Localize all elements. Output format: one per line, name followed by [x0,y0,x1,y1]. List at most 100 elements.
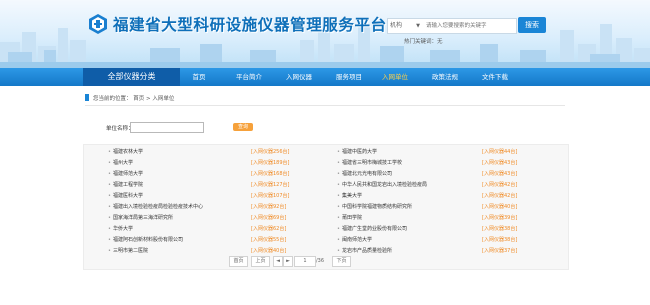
total-pages: /36 [316,258,325,264]
bullet-icon: • [337,248,340,254]
bullet-icon: • [337,204,340,210]
instrument-count: [入网仪器92台] [251,204,287,210]
unit-name[interactable]: 福建广生堂药业股份有限公司 [342,225,407,234]
instrument-count: [入网仪器38台] [482,226,518,232]
instrument-count: [入网仪器256台] [251,149,290,155]
unit-name[interactable]: 福建北元光电有限公司 [342,170,392,179]
bullet-icon: • [108,149,111,155]
nav-policies[interactable]: 政策法规 [424,68,466,86]
unit-name[interactable]: 福建师范大学 [113,170,143,179]
nav-home[interactable]: 首页 [180,68,218,86]
instrument-count: [入网仪器189台] [251,160,290,166]
page-number-input[interactable] [294,256,316,267]
list-item[interactable]: • 福建农林大学 [入网仪器256台] [108,148,308,157]
unit-name[interactable]: 莆田学院 [342,214,362,223]
list-item[interactable]: • 福州大学 [入网仪器189台] [108,159,308,168]
instrument-count: [入网仪器42台] [482,182,518,188]
bullet-icon: • [337,149,340,155]
unit-name[interactable]: 三明市第二医院 [113,247,148,256]
nav-downloads[interactable]: 文件下载 [474,68,516,86]
instrument-count: [入网仪器37台] [482,248,518,254]
unit-name[interactable]: 福建中医药大学 [342,148,377,157]
bullet-icon: • [108,160,111,166]
nav-member-units[interactable]: 入网单位 [372,68,418,86]
instrument-count: [入网仪器127台] [251,182,290,188]
list-item[interactable]: • 集美大学 [入网仪器42台] [337,192,547,201]
list-item[interactable]: • 闽南师范大学 [入网仪器38台] [337,236,547,245]
unit-name[interactable]: 华侨大学 [113,225,133,234]
bullet-icon: • [108,204,111,210]
site-title: 福建省大型科研设施仪器管理服务平台 [113,16,387,34]
unit-name-input[interactable] [130,122,204,133]
instrument-count: [入网仪器38台] [482,237,518,243]
search-scope-label: 机构 [390,22,403,29]
unit-name[interactable]: 福建阿石创新材料股份有限公司 [113,236,183,245]
unit-name[interactable]: 福建农林大学 [113,148,143,157]
list-item[interactable]: • 福建出入境检验检疫局检验检疫技术中心 [入网仪器92台] [108,203,308,212]
unit-name[interactable]: 闽南师范大学 [342,236,372,245]
list-item[interactable]: • 华侨大学 [入网仪器62台] [108,225,308,234]
list-item[interactable]: • 龙岩市产品质量检验所 [入网仪器37台] [337,247,547,256]
unit-name[interactable]: 国家海洋局第三海洋研究所 [113,214,173,223]
chevron-down-icon: ▼ [416,23,420,29]
unit-name[interactable]: 中华人民共和国龙岩出入境检验检疫局 [342,181,427,190]
unit-name[interactable]: 集美大学 [342,192,362,201]
hot-keywords: 热门关键词：无 [404,39,443,45]
instrument-count: [入网仪器40台] [482,204,518,210]
instrument-count: [入网仪器39台] [482,215,518,221]
list-item[interactable]: • 福建省三明市梅城技工学校 [入网仪器43台] [337,159,547,168]
bullet-icon: • [108,193,111,199]
bullet-icon: • [337,193,340,199]
list-item[interactable]: • 中华人民共和国龙岩出入境检验检疫局 [入网仪器42台] [337,181,547,190]
unit-name[interactable]: 福建工程学院 [113,181,143,190]
list-item[interactable]: • 国家海洋局第三海洋研究所 [入网仪器69台] [108,214,308,223]
list-item[interactable]: • 莆田学院 [入网仪器39台] [337,214,547,223]
bullet-icon: • [337,226,340,232]
list-item[interactable]: • 福建师范大学 [入网仪器168台] [108,170,308,179]
instrument-count: [入网仪器44台] [482,149,518,155]
instrument-count: [入网仪器55台] [251,237,287,243]
nav-about[interactable]: 平台简介 [228,68,270,86]
list-item[interactable]: • 福建阿石创新材料股份有限公司 [入网仪器55台] [108,236,308,245]
instrument-count: [入网仪器168台] [251,171,290,177]
next-page-button[interactable]: 下页 [332,256,351,267]
list-item[interactable]: • 三明市第二医院 [入网仪器40台] [108,247,308,256]
list-item[interactable]: • 福建医科大学 [入网仪器107台] [108,192,308,201]
first-page-button[interactable]: 首页 [229,256,248,267]
prev-page-button[interactable]: 上页 [251,256,270,267]
next-arrow-icon[interactable]: ► [283,256,293,267]
prev-arrow-icon[interactable]: ◄ [273,256,283,267]
bullet-icon: • [337,160,340,166]
all-categories-button[interactable]: 全部仪器分类 [83,68,180,86]
list-item[interactable]: • 福建北元光电有限公司 [入网仪器43台] [337,170,547,179]
nav-instruments[interactable]: 入网仪器 [278,68,320,86]
site-header: 福建省大型科研设施仪器管理服务平台 [0,0,650,68]
platform-logo-icon [89,14,107,34]
unit-name[interactable]: 福建医科大学 [113,192,143,201]
search-box: 机构 ▼ [387,18,517,34]
instrument-count: [入网仪器40台] [251,248,287,254]
breadcrumb-text: 您当前的位置： 首页 > 入网单位 [93,96,175,102]
query-button[interactable]: 查询 [233,123,253,131]
search-button[interactable]: 搜索 [518,17,546,33]
instrument-count: [入网仪器69台] [251,215,287,221]
location-marker-icon [85,94,89,101]
unit-name[interactable]: 福建出入境检验检疫局检验检疫技术中心 [113,203,203,212]
instrument-count: [入网仪器42台] [482,193,518,199]
bullet-icon: • [108,215,111,221]
unit-name[interactable]: 福建省三明市梅城技工学校 [342,159,402,168]
list-item[interactable]: • 福建广生堂药业股份有限公司 [入网仪器38台] [337,225,547,234]
bullet-icon: • [108,182,111,188]
list-item[interactable]: • 福建工程学院 [入网仪器127台] [108,181,308,190]
search-scope-select[interactable]: 机构 ▼ [390,20,420,32]
bullet-icon: • [337,182,340,188]
divider [85,105,565,106]
nav-services[interactable]: 服务项目 [328,68,370,86]
unit-name[interactable]: 龙岩市产品质量检验所 [342,247,392,256]
bullet-icon: • [337,215,340,221]
unit-name[interactable]: 福州大学 [113,159,133,168]
search-input[interactable] [426,19,514,33]
list-item[interactable]: • 福建中医药大学 [入网仪器44台] [337,148,547,157]
unit-name[interactable]: 中国科学院福建物质结构研究所 [342,203,412,212]
list-item[interactable]: • 中国科学院福建物质结构研究所 [入网仪器40台] [337,203,547,212]
